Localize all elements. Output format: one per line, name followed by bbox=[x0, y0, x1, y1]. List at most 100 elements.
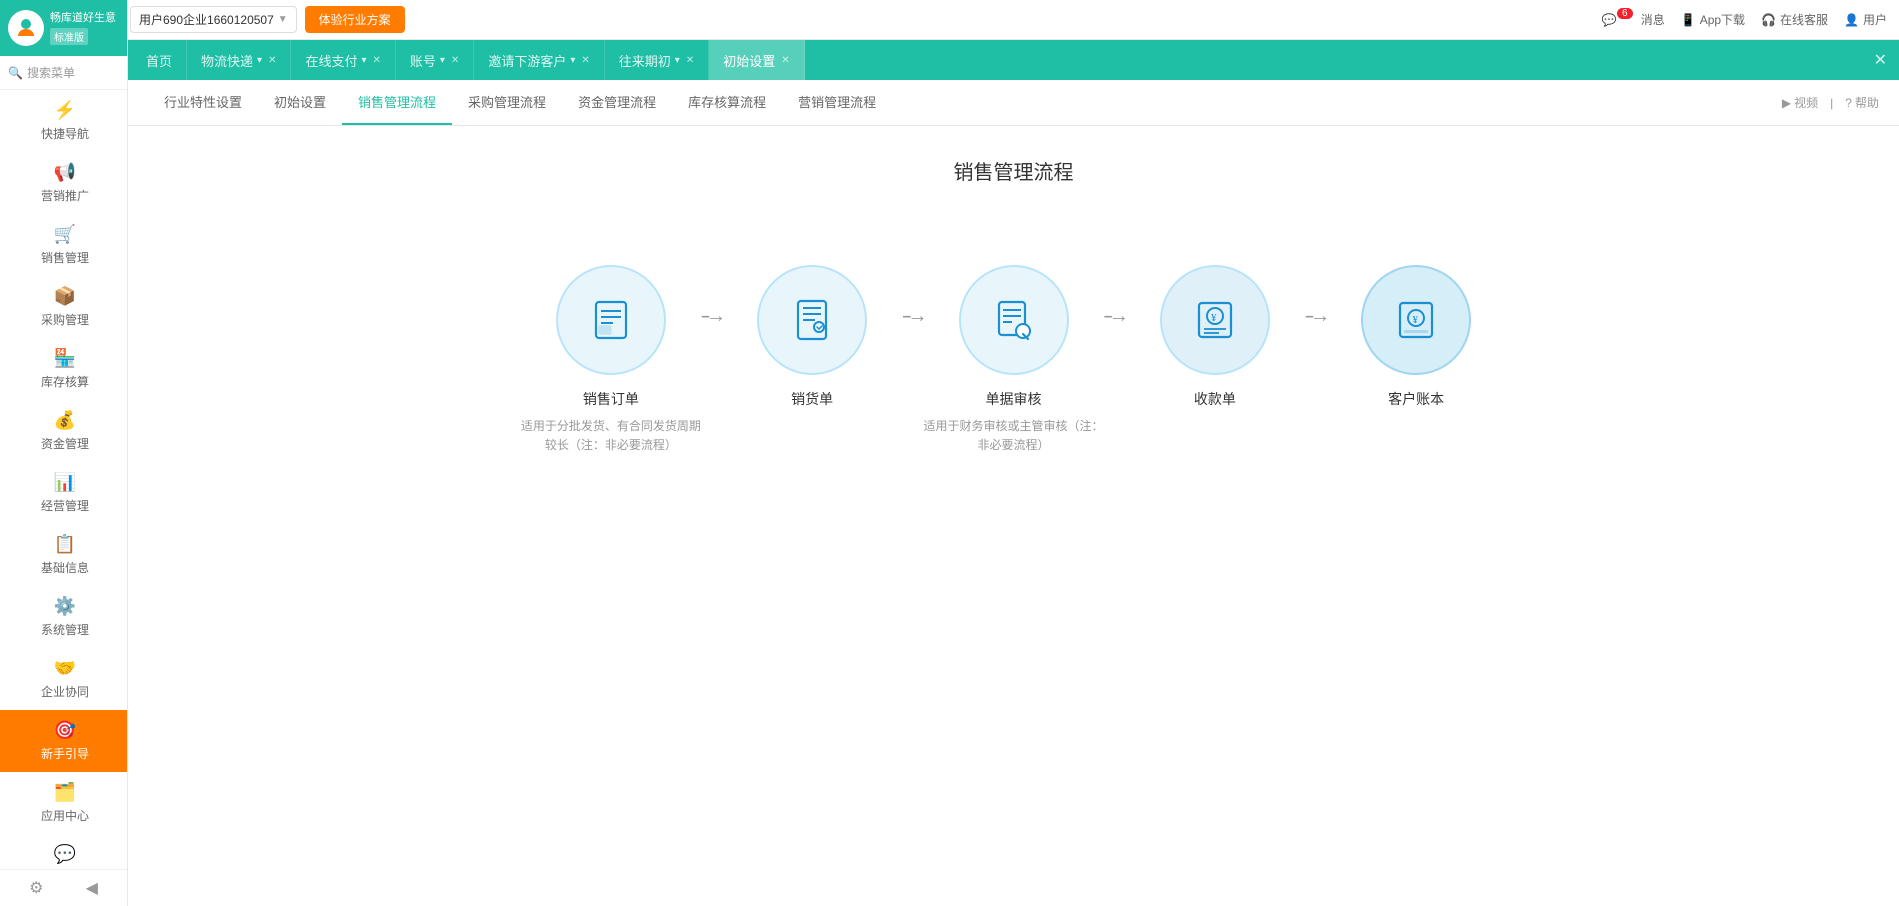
sidebar-item-label: 采购管理 bbox=[41, 311, 89, 328]
tab-period-close[interactable]: ✕ bbox=[686, 55, 694, 66]
tab-home[interactable]: 首页 bbox=[132, 40, 187, 80]
tab-account[interactable]: 账号 ▾ ✕ bbox=[396, 40, 474, 80]
customer-ledger-icon: ¥ bbox=[1390, 294, 1442, 346]
flow-label-customer-ledger: 客户账本 bbox=[1388, 389, 1444, 409]
tab-online-pay[interactable]: 在线支付 ▾ ✕ bbox=[291, 40, 395, 80]
tab-invite-close[interactable]: ✕ bbox=[581, 55, 589, 66]
marketing-promo-icon: 📢 bbox=[54, 162, 76, 183]
enterprise-wechat-icon: 💬 bbox=[54, 844, 76, 865]
msg-icon: 💬 bbox=[1602, 13, 1617, 27]
sidebar-item-inventory[interactable]: 🏪 库存核算 bbox=[0, 338, 127, 400]
settings-icon[interactable]: ⚙ bbox=[29, 878, 43, 898]
flow-label-receipt: 收款单 bbox=[1194, 389, 1236, 409]
doc-audit-icon bbox=[988, 294, 1040, 346]
search-icon: 🔍 bbox=[8, 66, 23, 80]
sidebar-item-purchase-mgmt[interactable]: 📦 采购管理 bbox=[0, 276, 127, 338]
sidebar-item-label: 营销推广 bbox=[41, 187, 89, 204]
tab-period-initial[interactable]: 往来期初 ▾ ✕ bbox=[605, 40, 709, 80]
sidebar-bottom: ⚙ ◀ bbox=[0, 869, 127, 906]
sidebar-item-label: 快捷导航 bbox=[41, 125, 89, 142]
flow-step-customer-ledger: ¥ 客户账本 bbox=[1326, 265, 1506, 417]
tab-account-close[interactable]: ✕ bbox=[451, 55, 459, 66]
sub-tab-sales-flow[interactable]: 销售管理流程 bbox=[342, 80, 452, 125]
close-all-tabs-button[interactable]: ✕ bbox=[1862, 50, 1899, 70]
sub-tab-marketing-flow[interactable]: 营销管理流程 bbox=[782, 80, 892, 125]
sidebar-item-enterprise-wechat[interactable]: 💬 企业微信 bbox=[0, 834, 127, 869]
msg-item[interactable]: 💬 6 消息 bbox=[1602, 11, 1665, 28]
search-label: 搜索菜单 bbox=[27, 64, 75, 81]
app-download-icon: 📱 bbox=[1681, 13, 1696, 27]
logo-tag: 标准版 bbox=[50, 28, 88, 45]
sidebar-item-label: 库存核算 bbox=[41, 373, 89, 390]
sales-mgmt-icon: 🛒 bbox=[54, 224, 76, 245]
tab-online-pay-close[interactable]: ✕ bbox=[373, 55, 381, 66]
flow-circle-receipt: ¥ bbox=[1160, 265, 1270, 375]
sidebar-item-label: 资金管理 bbox=[41, 435, 89, 452]
video-link[interactable]: ▶ 视频 bbox=[1782, 94, 1818, 111]
sidebar-search[interactable]: 🔍 搜索菜单 bbox=[0, 56, 127, 90]
tab-invite-arrow: ▾ bbox=[570, 55, 575, 66]
tab-account-arrow: ▾ bbox=[440, 55, 445, 66]
msg-label: 消息 bbox=[1641, 11, 1665, 28]
sidebar-item-finance-mgmt[interactable]: 💰 资金管理 bbox=[0, 400, 127, 462]
sidebar-item-app-center[interactable]: 🗂️ 应用中心 bbox=[0, 772, 127, 834]
user-name-label: 用户 bbox=[1863, 11, 1887, 28]
help-link[interactable]: ? 帮助 bbox=[1845, 94, 1879, 111]
sidebar-item-label: 基础信息 bbox=[41, 559, 89, 576]
tab-online-pay-arrow: ▾ bbox=[361, 55, 366, 66]
flow-circle-doc-audit bbox=[959, 265, 1069, 375]
tab-initial-setup[interactable]: 初始设置 ✕ bbox=[709, 40, 804, 80]
sidebar-item-newbie-guide[interactable]: 🎯 新手引导 bbox=[0, 710, 127, 772]
receipt-icon: ¥ bbox=[1189, 294, 1241, 346]
collapse-icon[interactable]: ◀ bbox=[86, 878, 98, 898]
inventory-icon: 🏪 bbox=[54, 348, 76, 369]
flow-desc-sales-order: 适用于分批发货、有合同发货周期较长（注：非必要流程） bbox=[521, 417, 701, 455]
user-selector[interactable]: 用户690企业1660120507 ▼ bbox=[130, 6, 297, 33]
tab-invite-label: 邀请下游客户 bbox=[488, 51, 566, 70]
sidebar-item-label: 应用中心 bbox=[41, 807, 89, 824]
sidebar-item-quick-nav[interactable]: ⚡ 快捷导航 bbox=[0, 90, 127, 152]
sidebar-item-sys-mgmt[interactable]: ⚙️ 系统管理 bbox=[0, 586, 127, 648]
tab-logistics-label: 物流快递 bbox=[201, 51, 253, 70]
finance-mgmt-icon: 💰 bbox=[54, 410, 76, 431]
enterprise-collab-icon: 🤝 bbox=[54, 658, 76, 679]
flow-arrow-4: --→ bbox=[1305, 265, 1326, 328]
sidebar-item-label: 销售管理 bbox=[41, 249, 89, 266]
main-content: 行业特性设置 初始设置 销售管理流程 采购管理流程 资金管理流程 库存核算流程 … bbox=[128, 80, 1899, 906]
sidebar-item-sales-mgmt[interactable]: 🛒 销售管理 bbox=[0, 214, 127, 276]
online-service-item[interactable]: 🎧 在线客服 bbox=[1761, 11, 1828, 28]
sidebar-item-ops-mgmt[interactable]: 📊 经营管理 bbox=[0, 462, 127, 524]
tab-initial-setup-close[interactable]: ✕ bbox=[781, 55, 789, 66]
sub-tab-finance-flow[interactable]: 资金管理流程 bbox=[562, 80, 672, 125]
top-bar: 用户690企业1660120507 ▼ 体验行业方案 💬 6 消息 📱 App下… bbox=[0, 0, 1899, 40]
tab-logistics[interactable]: 物流快递 ▾ ✕ bbox=[187, 40, 291, 80]
sub-tab-industry-settings[interactable]: 行业特性设置 bbox=[148, 80, 258, 125]
app-center-icon: 🗂️ bbox=[54, 782, 76, 803]
sub-tab-inventory-flow[interactable]: 库存核算流程 bbox=[672, 80, 782, 125]
tab-invite-downstream[interactable]: 邀请下游客户 ▾ ✕ bbox=[474, 40, 604, 80]
tab-logistics-close[interactable]: ✕ bbox=[268, 55, 276, 66]
basic-info-icon: 📋 bbox=[54, 534, 76, 555]
tab-logistics-arrow: ▾ bbox=[257, 55, 262, 66]
flow-step-sales-invoice: 销货单 bbox=[722, 265, 902, 417]
app-download-item[interactable]: 📱 App下载 bbox=[1681, 11, 1745, 28]
sidebar-logo: 畅库道好生意 标准版 bbox=[0, 0, 127, 56]
flow-circle-customer-ledger: ¥ bbox=[1361, 265, 1471, 375]
purchase-mgmt-icon: 📦 bbox=[54, 286, 76, 307]
sub-tab-purchase-flow[interactable]: 采购管理流程 bbox=[452, 80, 562, 125]
sidebar-item-basic-info[interactable]: 📋 基础信息 bbox=[0, 524, 127, 586]
sidebar-item-enterprise-collab[interactable]: 🤝 企业协同 bbox=[0, 648, 127, 710]
logo-icon bbox=[8, 10, 44, 46]
sidebar-nav: ⚡ 快捷导航 📢 营销推广 🛒 销售管理 📦 采购管理 🏪 库存核算 💰 资金管… bbox=[0, 90, 127, 869]
tab-period-label: 往来期初 bbox=[619, 51, 671, 70]
sub-tab-initial-setup[interactable]: 初始设置 bbox=[258, 80, 342, 125]
try-industry-button[interactable]: 体验行业方案 bbox=[305, 6, 405, 33]
flow-label-doc-audit: 单据审核 bbox=[986, 389, 1042, 409]
headset-icon: 🎧 bbox=[1761, 13, 1776, 27]
sys-mgmt-icon: ⚙️ bbox=[54, 596, 76, 617]
flow-circle-sales-invoice bbox=[757, 265, 867, 375]
user-avatar-item[interactable]: 👤 用户 bbox=[1844, 11, 1887, 28]
quick-nav-icon: ⚡ bbox=[54, 100, 76, 121]
sidebar-item-marketing-promo[interactable]: 📢 营销推广 bbox=[0, 152, 127, 214]
sales-order-icon bbox=[585, 294, 637, 346]
